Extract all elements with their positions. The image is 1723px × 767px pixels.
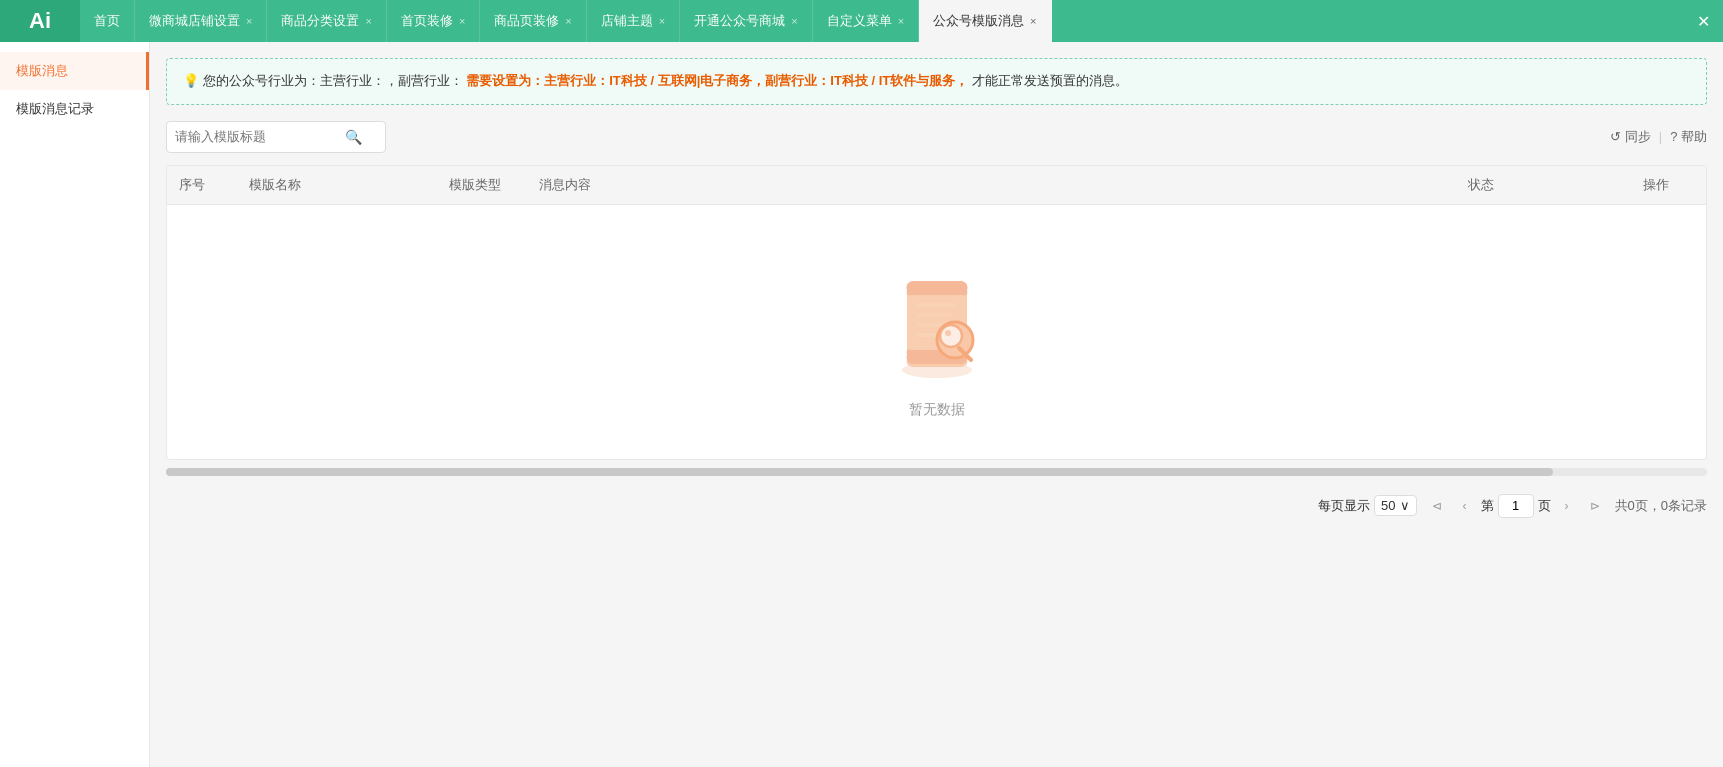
search-input-container[interactable]: 🔍 [166, 121, 386, 153]
page-size-select-box[interactable]: 50 ∨ [1374, 495, 1416, 516]
notice-suffix: 才能正常发送预置的消息。 [972, 73, 1128, 88]
first-page-button[interactable]: ⊲ [1425, 494, 1449, 518]
template-table: 序号 模版名称 模版类型 消息内容 状态 操作 [166, 165, 1707, 460]
search-button[interactable]: 🔍 [345, 129, 362, 145]
col-content: 消息内容 [527, 166, 1456, 204]
total-info: 共0页，0条记录 [1615, 497, 1707, 515]
sync-button[interactable]: ↺ 同步 [1610, 128, 1651, 146]
nav-tab-store-theme[interactable]: 店铺主题× [587, 0, 680, 42]
close-tab-store-theme[interactable]: × [659, 15, 665, 27]
col-seq: 序号 [167, 166, 237, 204]
sync-label: 同步 [1625, 129, 1651, 144]
col-name: 模版名称 [237, 166, 437, 204]
search-bar: 🔍 ↺ 同步 | ? 帮助 [166, 121, 1707, 153]
main-layout: 模版消息模版消息记录 💡 您的公众号行业为：主营行业：，副营行业： 需要设置为：… [0, 42, 1723, 767]
close-tab-template-msg[interactable]: × [1030, 15, 1036, 27]
sync-icon: ↺ [1610, 129, 1621, 144]
svg-rect-1 [917, 303, 957, 307]
close-tab-homepage-decor[interactable]: × [459, 15, 465, 27]
close-tab-product-decor[interactable]: × [565, 15, 571, 27]
scroll-indicator[interactable] [166, 468, 1707, 476]
close-all-button[interactable]: ✕ [1683, 0, 1723, 42]
prev-page-button[interactable]: ‹ [1453, 494, 1477, 518]
nav-tab-homepage-decor[interactable]: 首页装修× [387, 0, 480, 42]
help-label: 帮助 [1681, 129, 1707, 144]
divider: | [1659, 129, 1662, 144]
nav-tabs: 首页微商城店铺设置×商品分类设置×首页装修×商品页装修×店铺主题×开通公众号商城… [80, 0, 1683, 42]
page-navigation: ⊲ ‹ 第 页 › ⊳ [1425, 494, 1607, 518]
svg-point-8 [945, 330, 951, 336]
nav-tab-template-msg[interactable]: 公众号模版消息× [919, 0, 1051, 42]
notice-icon: 💡 [183, 73, 199, 88]
close-tab-store-settings[interactable]: × [246, 15, 252, 27]
top-nav: Ai 首页微商城店铺设置×商品分类设置×首页装修×商品页装修×店铺主题×开通公众… [0, 0, 1723, 42]
nav-tab-custom-menu[interactable]: 自定义菜单× [813, 0, 919, 42]
sidebar-item-template-message[interactable]: 模版消息 [0, 52, 149, 90]
help-icon: ? [1670, 129, 1677, 144]
next-page-button[interactable]: › [1555, 494, 1579, 518]
page-size-selector: 每页显示 50 ∨ [1318, 495, 1416, 516]
pagination: 每页显示 50 ∨ ⊲ ‹ 第 页 › ⊳ 共0页，0条记录 [166, 484, 1707, 528]
page-number-input[interactable] [1498, 494, 1534, 518]
col-status: 状态 [1456, 166, 1606, 204]
sidebar-item-template-message-record[interactable]: 模版消息记录 [0, 90, 149, 128]
col-type: 模版类型 [437, 166, 527, 204]
table-header: 序号 模版名称 模版类型 消息内容 状态 操作 [167, 166, 1706, 205]
page-size-value: 50 [1381, 498, 1395, 513]
empty-illustration [877, 265, 997, 385]
notice-highlight: 需要设置为：主营行业：IT科技 / 互联网|电子商务，副营行业：IT科技 / I… [466, 73, 968, 88]
empty-text: 暂无数据 [909, 401, 965, 419]
close-tab-category-settings[interactable]: × [365, 15, 371, 27]
nav-tab-home[interactable]: 首页 [80, 0, 135, 42]
close-tab-open-mall[interactable]: × [791, 15, 797, 27]
page-di-label: 第 [1481, 497, 1494, 515]
search-actions: ↺ 同步 | ? 帮助 [1610, 128, 1707, 146]
nav-tab-category-settings[interactable]: 商品分类设置× [267, 0, 386, 42]
col-action: 操作 [1606, 166, 1706, 204]
close-tab-custom-menu[interactable]: × [898, 15, 904, 27]
sidebar: 模版消息模版消息记录 [0, 42, 150, 767]
search-input[interactable] [175, 129, 345, 144]
page-label: 页 [1538, 497, 1551, 515]
nav-tab-store-settings[interactable]: 微商城店铺设置× [135, 0, 267, 42]
help-button[interactable]: ? 帮助 [1670, 128, 1707, 146]
empty-state: 暂无数据 [167, 205, 1706, 459]
last-page-button[interactable]: ⊳ [1583, 494, 1607, 518]
app-logo: Ai [0, 0, 80, 42]
svg-rect-2 [917, 313, 952, 317]
svg-point-6 [940, 325, 962, 347]
content-area: 💡 您的公众号行业为：主营行业：，副营行业： 需要设置为：主营行业：IT科技 /… [150, 42, 1723, 767]
notice-banner: 💡 您的公众号行业为：主营行业：，副营行业： 需要设置为：主营行业：IT科技 /… [166, 58, 1707, 105]
nav-tab-open-mall[interactable]: 开通公众号商城× [680, 0, 812, 42]
nav-tab-product-decor[interactable]: 商品页装修× [480, 0, 586, 42]
scroll-thumb [166, 468, 1553, 476]
page-size-label: 每页显示 [1318, 497, 1370, 515]
chevron-down-icon: ∨ [1400, 498, 1410, 513]
notice-prefix: 您的公众号行业为：主营行业：，副营行业： [203, 73, 463, 88]
